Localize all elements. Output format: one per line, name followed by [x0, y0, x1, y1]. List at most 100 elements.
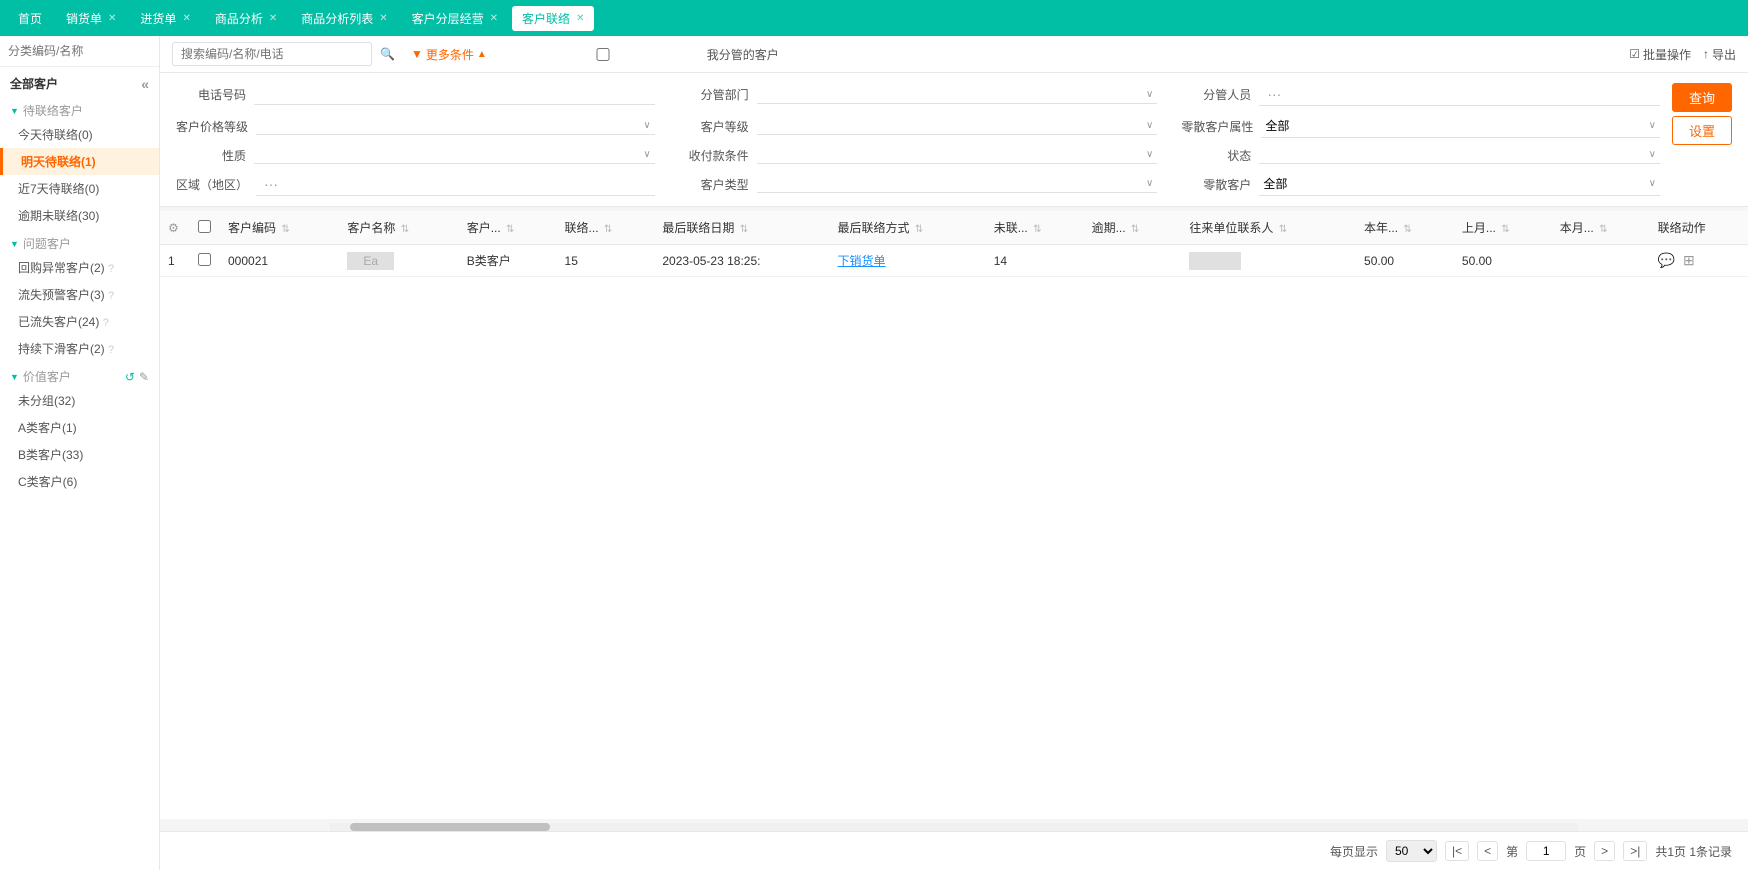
- nature-label: 性质: [176, 147, 246, 164]
- search-input[interactable]: [172, 42, 372, 66]
- sidebar-item-class-b[interactable]: B类客户(33): [0, 441, 159, 468]
- customer-type-cell: B类客户: [459, 245, 557, 277]
- nav-product-analysis[interactable]: 商品分析 ✕: [205, 6, 287, 31]
- sidebar-item-class-c[interactable]: C类客户(6): [0, 468, 159, 495]
- customer-tier-select[interactable]: ∨: [757, 117, 1158, 135]
- sort-icon: ⇅: [1403, 224, 1411, 235]
- sidebar-item-overdue-contact[interactable]: 逾期未联络(30): [0, 202, 159, 229]
- last-contact-method-header[interactable]: 最后联络方式 ⇅: [830, 211, 986, 245]
- customer-code-header[interactable]: 客户编码 ⇅: [220, 211, 339, 245]
- sidebar-item-today-contact[interactable]: 今天待联络(0): [0, 121, 159, 148]
- grid-icon[interactable]: ⊞: [1683, 252, 1695, 269]
- overdue-header[interactable]: 逾期... ⇅: [1084, 211, 1182, 245]
- row-checkbox[interactable]: [198, 253, 211, 266]
- page-label: 第: [1506, 843, 1518, 860]
- first-page-button[interactable]: |<: [1445, 841, 1469, 861]
- filter-actions: 查询 设置: [1660, 83, 1732, 196]
- set-button[interactable]: 设置: [1672, 116, 1732, 145]
- per-page-select[interactable]: 50 100 200: [1386, 840, 1437, 862]
- gear-icon[interactable]: ⚙: [168, 221, 179, 235]
- close-icon[interactable]: ✕: [490, 13, 498, 24]
- triangle-icon: ▼: [10, 372, 19, 382]
- dept-select[interactable]: ∨: [757, 86, 1158, 104]
- contact-cell: 15: [557, 245, 655, 277]
- this-year-header[interactable]: 本年... ⇅: [1356, 211, 1454, 245]
- prev-page-button[interactable]: <: [1477, 841, 1498, 861]
- nav-customer-contact[interactable]: 客户联络 ✕: [512, 6, 594, 31]
- price-tier-select[interactable]: ∨: [256, 117, 655, 135]
- sidebar-item-churn-warning[interactable]: 流失预警客户(3) ?: [0, 281, 159, 308]
- horizontal-scrollbar[interactable]: [330, 823, 1578, 831]
- last-month-header[interactable]: 上月... ⇅: [1454, 211, 1552, 245]
- my-customers-checkbox[interactable]: [503, 48, 703, 61]
- export-icon: ↑: [1703, 47, 1709, 61]
- page-input[interactable]: [1526, 841, 1566, 861]
- search-icon[interactable]: 🔍: [380, 47, 395, 61]
- top-navigation: 首页 销货单 ✕ 进货单 ✕ 商品分析 ✕ 商品分析列表 ✕ 客户分层经营 ✕ …: [0, 0, 1748, 36]
- region-input[interactable]: ···: [256, 173, 655, 196]
- filter-toolbar: 🔍 ▼ 更多条件 ▲ 我分管的客户 ☑ 批量操作 ↑ 导出: [160, 36, 1748, 73]
- sidebar-item-declining[interactable]: 持续下滑客户(2) ?: [0, 335, 159, 362]
- sidebar-item-7days-contact[interactable]: 近7天待联络(0): [0, 175, 159, 202]
- advanced-filter-panel: 电话号码 分管部门 ∨ 分管人员: [160, 73, 1748, 207]
- total-records-label: 共1页 1条记录: [1655, 843, 1732, 860]
- nav-product-analysis-list[interactable]: 商品分析列表 ✕: [291, 6, 397, 31]
- payment-select[interactable]: ∨: [757, 146, 1158, 164]
- sort-icon: ⇅: [281, 224, 289, 235]
- sidebar-item-repurchase-abnormal[interactable]: 回购异常客户(2) ?: [0, 254, 159, 281]
- last-page-button[interactable]: >|: [1623, 841, 1647, 861]
- bulk-operation-button[interactable]: ☑ 批量操作: [1629, 46, 1691, 63]
- sidebar-item-tomorrow-contact[interactable]: 明天待联络(1): [0, 148, 159, 175]
- close-icon[interactable]: ✕: [269, 13, 277, 24]
- scrollbar-thumb[interactable]: [350, 823, 550, 831]
- retail-customer-select[interactable]: 全部 ∨: [1259, 172, 1660, 196]
- sidebar-item-ungrouped[interactable]: 未分组(32): [0, 387, 159, 414]
- export-button[interactable]: ↑ 导出: [1703, 46, 1736, 63]
- nav-customer-tier[interactable]: 客户分层经营 ✕: [402, 6, 508, 31]
- chevron-down-icon: ∨: [643, 149, 650, 160]
- retail-attr-select[interactable]: 全部 ∨: [1261, 114, 1660, 138]
- nav-sales-order[interactable]: 销货单 ✕: [56, 6, 126, 31]
- close-icon[interactable]: ✕: [379, 13, 387, 24]
- next-page-button[interactable]: >: [1594, 841, 1615, 861]
- customer-code-cell: 000021: [220, 245, 339, 277]
- sidebar-item-churned[interactable]: 已流失客户(24) ?: [0, 308, 159, 335]
- nav-purchase-order[interactable]: 进货单 ✕: [130, 6, 200, 31]
- this-month-header[interactable]: 本月... ⇅: [1552, 211, 1650, 245]
- problem-customer-section: ▼ 问题客户: [0, 229, 159, 254]
- customer-name-header[interactable]: 客户名称 ⇅: [339, 211, 458, 245]
- query-button[interactable]: 查询: [1672, 83, 1732, 112]
- dots-icon[interactable]: ···: [1267, 86, 1281, 102]
- close-icon[interactable]: ✕: [576, 13, 584, 24]
- edit-icon[interactable]: ✎: [139, 370, 149, 384]
- comment-icon[interactable]: 💬: [1658, 252, 1675, 269]
- filter-row-2: 客户价格等级 ∨ 客户等级 ∨: [176, 114, 1660, 138]
- action-header: 联络动作: [1650, 211, 1748, 245]
- customer-type-header[interactable]: 客户... ⇅: [459, 211, 557, 245]
- close-icon[interactable]: ✕: [108, 13, 116, 24]
- sidebar-item-class-a[interactable]: A类客户(1): [0, 414, 159, 441]
- more-conditions-button[interactable]: ▼ 更多条件 ▲: [403, 43, 495, 66]
- unit-contact-header[interactable]: 往来单位联系人 ⇅: [1181, 211, 1356, 245]
- select-all-checkbox[interactable]: [198, 220, 211, 233]
- status-select[interactable]: ∨: [1259, 146, 1660, 164]
- nav-home[interactable]: 首页: [8, 6, 52, 31]
- dots-icon[interactable]: ···: [264, 176, 278, 192]
- overdue-cell: [1084, 245, 1182, 277]
- nature-select[interactable]: ∨: [254, 146, 655, 164]
- customer-type-select[interactable]: ∨: [757, 175, 1158, 193]
- my-customers-checkbox-label[interactable]: 我分管的客户: [503, 46, 779, 63]
- value-customer-section: ▼ 价值客户 ↺ ✎: [0, 362, 159, 387]
- sidebar-search-input[interactable]: [8, 44, 160, 58]
- phone-input[interactable]: [254, 84, 655, 105]
- payment-label: 收付款条件: [679, 147, 749, 164]
- close-icon[interactable]: ✕: [182, 13, 190, 24]
- not-contacted-header[interactable]: 未联... ⇅: [986, 211, 1084, 245]
- last-contact-date-header[interactable]: 最后联络日期 ⇅: [654, 211, 829, 245]
- dept-label: 分管部门: [679, 86, 749, 103]
- collapse-icon[interactable]: «: [141, 76, 149, 92]
- refresh-icon[interactable]: ↺: [125, 370, 135, 384]
- manager-input[interactable]: ···: [1259, 83, 1660, 106]
- contact-header[interactable]: 联络... ⇅: [557, 211, 655, 245]
- row-checkbox-cell: [190, 245, 220, 277]
